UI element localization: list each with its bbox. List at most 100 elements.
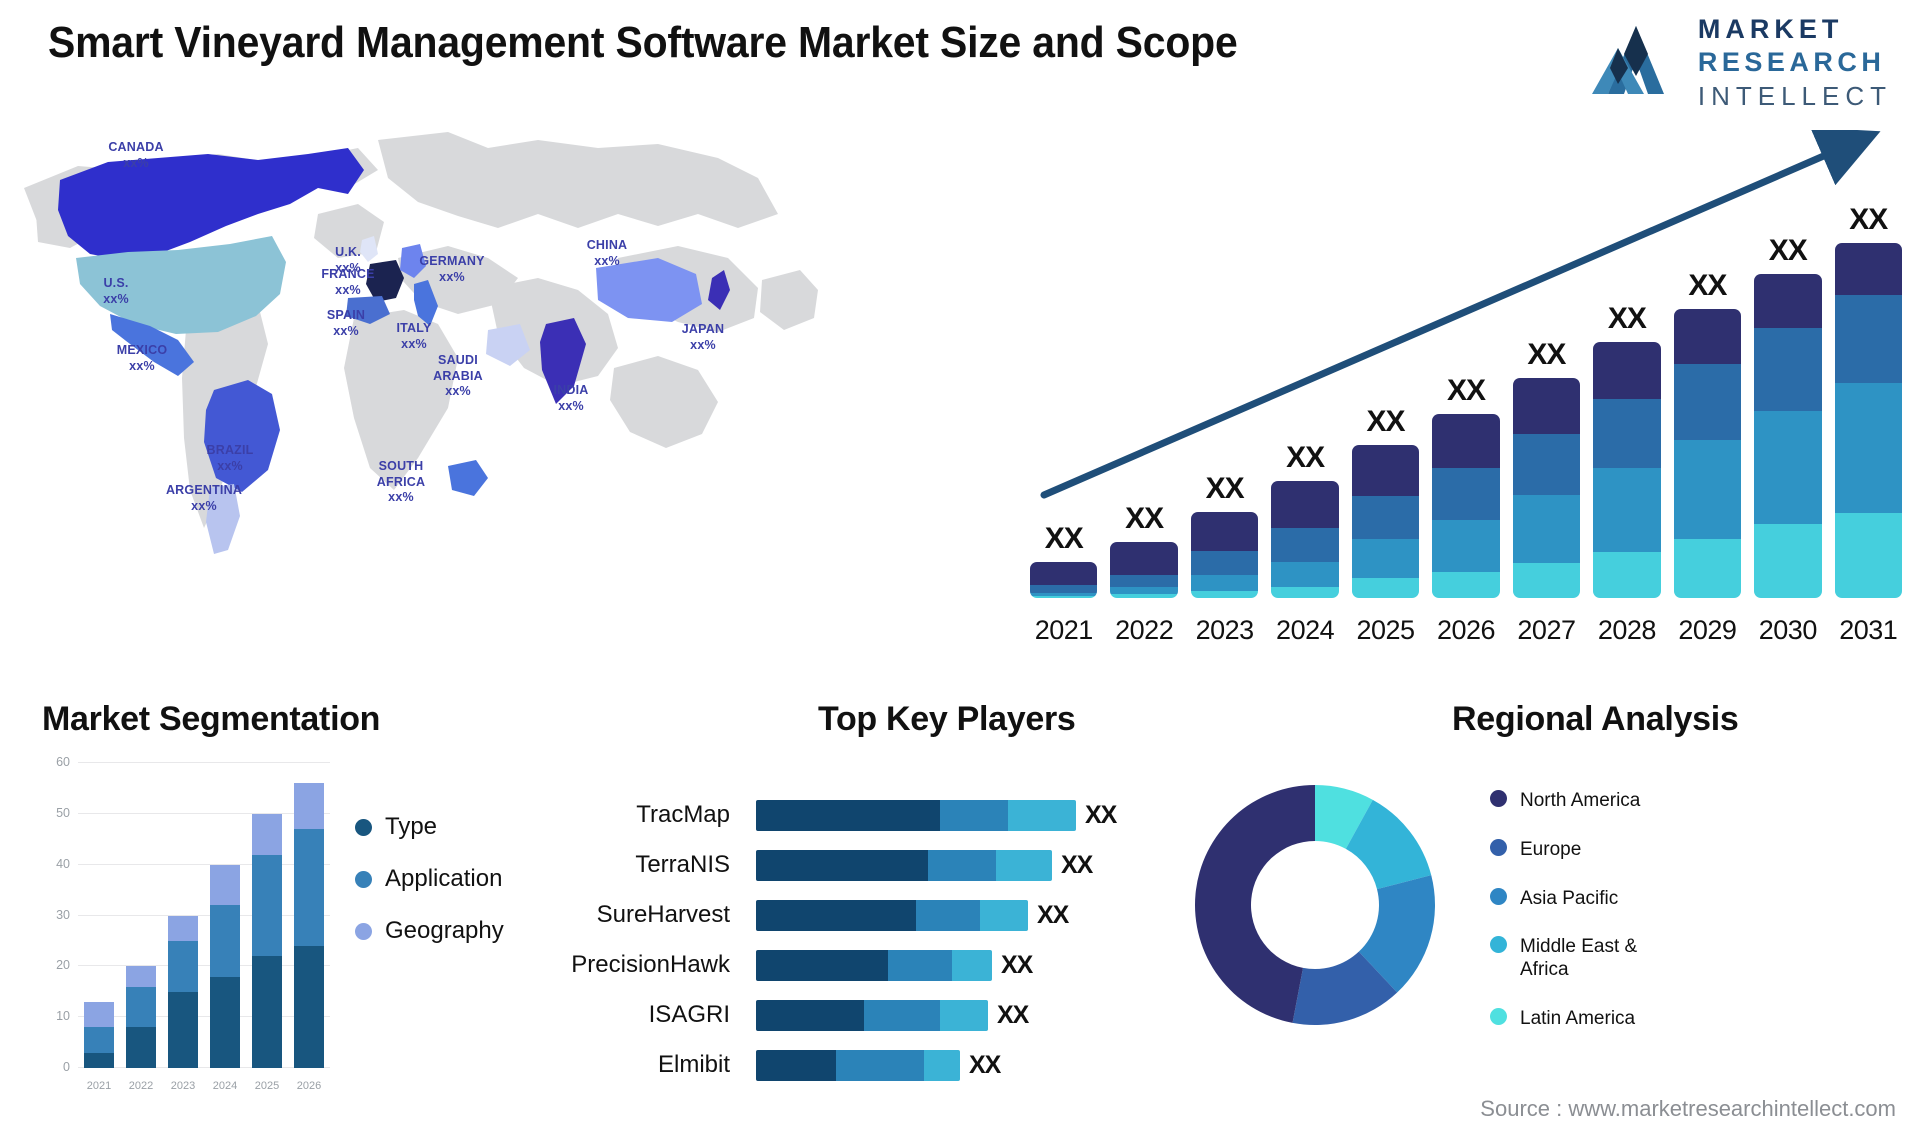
forecast-bar-segment <box>1271 527 1339 563</box>
segmentation-bar-segment <box>126 966 156 987</box>
forecast-bar-value-label: XX <box>1205 471 1245 505</box>
map-label-india: INDIA xx% <box>553 383 589 413</box>
segmentation-bar-segment <box>126 986 156 1028</box>
key-player-bar <box>756 1049 960 1081</box>
segmentation-bar-segment <box>84 1052 114 1068</box>
forecast-bar-value-label: XX <box>1366 405 1406 439</box>
map-label-china: CHINA xx% <box>586 238 628 268</box>
key-player-track: XX <box>756 799 1120 831</box>
key-players-chart: TracMap XX TerraNIS XX SureHarvest XX Precisio… <box>520 790 1120 1090</box>
forecast-bar <box>1512 377 1581 598</box>
forecast-bar-segment <box>1593 341 1661 400</box>
forecast-bar <box>1593 341 1661 598</box>
segmentation-bar <box>210 763 240 1068</box>
key-player-bar-segment <box>1008 799 1076 831</box>
forecast-bar-column: XX <box>1593 302 1661 598</box>
segmentation-bar-segment <box>210 864 240 906</box>
forecast-bar <box>1030 562 1098 598</box>
key-player-value-label: XX <box>1037 900 1069 929</box>
forecast-bar-segment <box>1432 467 1500 520</box>
forecast-year-label: 2022 <box>1115 615 1174 645</box>
forecast-bar-segment <box>1593 399 1661 468</box>
segmentation-bar-segment <box>252 854 282 957</box>
map-label-brazil: BRAZIL xx% <box>206 443 254 473</box>
regional-legend-item: Latin America <box>1490 1007 1680 1031</box>
segmentation-x-tick: 2022 <box>128 1080 154 1092</box>
segmentation-bar-segment <box>252 813 282 855</box>
forecast-bars: XX XX XX XX XX XX XX XX XX XX XX <box>1030 198 1902 598</box>
country-brazil <box>204 380 280 492</box>
forecast-bar-column: XX <box>1190 471 1259 598</box>
forecast-bar-segment <box>1271 587 1339 598</box>
regional-donut-chart <box>1190 780 1440 1030</box>
source-note: Source : www.marketresearchintellect.com <box>1480 1096 1896 1121</box>
segmentation-x-axis: 2021 2022 2023 2024 2025 2026 <box>78 1080 330 1092</box>
key-player-bar-segment <box>916 899 980 931</box>
market-forecast-chart: XX XX XX XX XX XX XX XX XX XX XX 2021 2022 2023 2024 2… <box>1030 130 1902 660</box>
segmentation-x-tick: 2023 <box>170 1080 196 1092</box>
forecast-bar-segment <box>1190 574 1259 591</box>
key-player-bar-segment <box>836 1049 924 1081</box>
segmentation-bar-segment <box>168 991 198 1068</box>
forecast-bar-segment <box>1030 585 1098 593</box>
regional-legend-item: Europe <box>1490 838 1680 862</box>
forecast-bar <box>1351 445 1420 598</box>
forecast-bar-column: XX <box>1834 203 1902 598</box>
forecast-bar-segment <box>1593 552 1661 598</box>
forecast-bar-segment <box>1190 551 1259 575</box>
key-player-value-label: XX <box>1061 850 1093 879</box>
segmentation-bar <box>126 763 156 1068</box>
key-player-name: PrecisionHawk <box>571 951 730 978</box>
segmentation-legend-label: Type <box>385 813 438 840</box>
forecast-bar-segment <box>1030 562 1098 586</box>
segmentation-heading: Market Segmentation <box>42 700 381 738</box>
key-player-bar <box>756 799 1076 831</box>
key-player-bar-segment <box>756 999 864 1031</box>
forecast-year-label: 2024 <box>1276 615 1335 645</box>
key-player-row: TracMap XX <box>520 790 1120 840</box>
forecast-bar-segment <box>1834 512 1902 598</box>
key-player-bar-segment <box>756 849 928 881</box>
map-label-u-s: U.S. xx% <box>103 276 129 306</box>
legend-swatch-icon <box>355 922 372 940</box>
key-player-bar-segment <box>940 999 988 1031</box>
regional-legend-label: Asia Pacific <box>1520 887 1619 909</box>
key-player-name: Elmibit <box>657 1051 730 1078</box>
segmentation-legend-item: Application <box>355 865 504 893</box>
segmentation-bar-segment <box>294 783 324 830</box>
segmentation-legend-item: Geography <box>355 917 504 945</box>
country-south-africa <box>448 460 488 496</box>
segmentation-bar <box>252 763 282 1068</box>
map-label-italy: ITALY xx% <box>396 321 432 351</box>
forecast-year-label: 2031 <box>1839 615 1898 645</box>
legend-swatch-icon <box>355 870 372 888</box>
segmentation-legend-label: Geography <box>385 917 504 944</box>
forecast-year-label: 2021 <box>1034 615 1094 645</box>
segmentation-bar-segment <box>210 976 240 1068</box>
forecast-bar-segment <box>1512 494 1581 563</box>
segmentation-bar-segment <box>168 915 198 941</box>
segmentation-bar-segment <box>84 1027 114 1053</box>
map-label-argentina: ARGENTINA xx% <box>165 483 243 513</box>
key-player-track: XX <box>756 1049 1120 1081</box>
regional-legend-label: Latin America <box>1520 1007 1636 1029</box>
forecast-bar-segment <box>1110 574 1178 588</box>
key-player-track: XX <box>756 899 1120 931</box>
segmentation-y-tick: 10 <box>56 1009 70 1024</box>
regional-legend-item: North America <box>1490 790 1680 813</box>
forecast-bar <box>1190 511 1259 598</box>
forecast-bar-segment <box>1351 495 1420 539</box>
forecast-bar <box>1110 542 1178 598</box>
page-title: Smart Vineyard Management Software Marke… <box>48 18 1238 67</box>
key-player-bar-segment <box>928 849 996 881</box>
segmentation-bar <box>168 763 198 1068</box>
key-player-bar <box>756 849 1052 881</box>
forecast-bar-value-label: XX <box>1849 203 1888 236</box>
key-player-bar-segment <box>756 949 888 981</box>
key-player-bar-segment <box>924 1049 960 1081</box>
forecast-bar-segment <box>1593 467 1661 553</box>
forecast-year-label: 2030 <box>1758 615 1818 645</box>
segmentation-legend-item: Type <box>355 813 504 841</box>
key-player-name: TerraNIS <box>635 851 730 878</box>
forecast-bar-segment <box>1432 519 1500 572</box>
